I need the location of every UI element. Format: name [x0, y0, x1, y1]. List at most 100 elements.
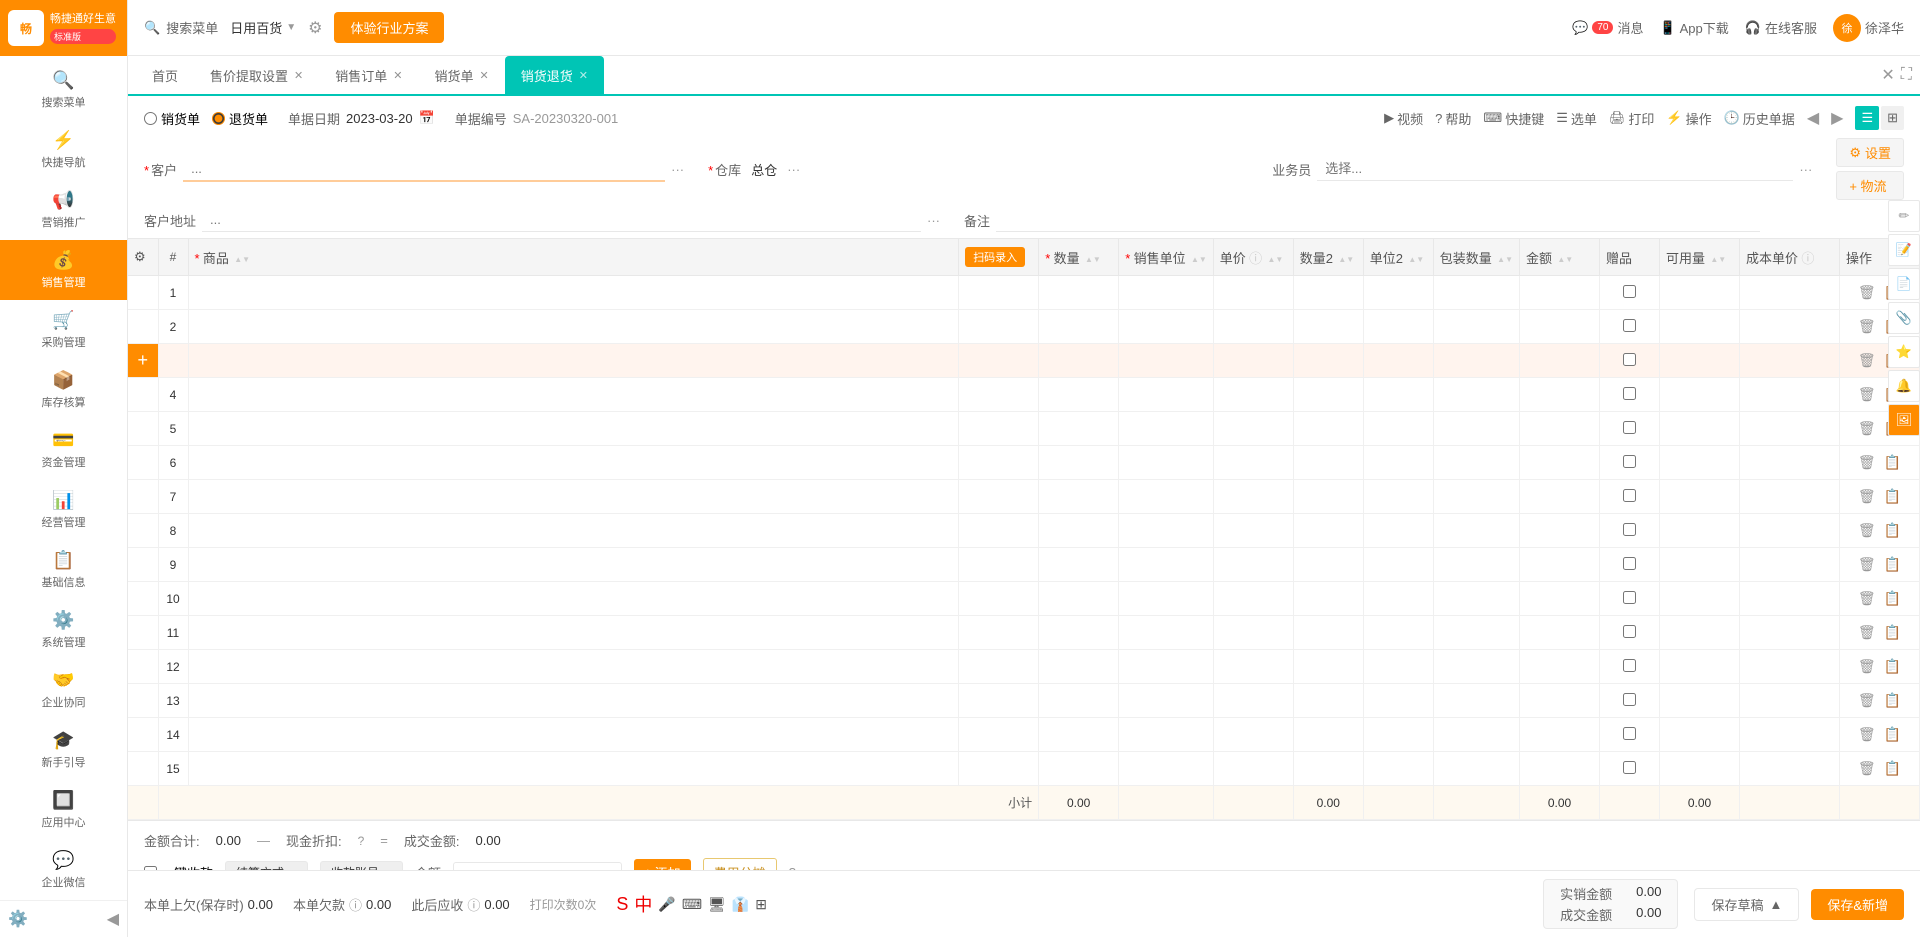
td-price[interactable]	[1213, 310, 1293, 344]
td-price[interactable]	[1213, 684, 1293, 718]
sidebar-item-purchase[interactable]: 🛒 采购管理	[0, 300, 127, 360]
customer-more-icon[interactable]: ···	[671, 162, 684, 177]
qty2-sorter[interactable]: ▲▼	[1338, 255, 1354, 264]
td-amount[interactable]	[1520, 548, 1600, 582]
gift-checkbox[interactable]	[1623, 455, 1636, 468]
right-sidebar-note[interactable]: 📝	[1888, 234, 1920, 266]
td-unit2[interactable]	[1363, 616, 1433, 650]
td-pkg[interactable]	[1433, 276, 1519, 310]
sidebar-item-system[interactable]: ⚙️ 系统管理	[0, 600, 127, 660]
td-add[interactable]: +	[128, 344, 158, 378]
fee-split-button[interactable]: 费用分摊	[703, 858, 777, 870]
logistics-button[interactable]: + 物流	[1836, 171, 1904, 200]
td-product[interactable]	[188, 582, 959, 616]
td-price[interactable]	[1213, 276, 1293, 310]
td-unit2[interactable]	[1363, 344, 1433, 378]
print-button[interactable]: 🖨 打印	[1609, 109, 1655, 128]
td-product[interactable]	[188, 650, 959, 684]
tool-icon-1[interactable]: S	[616, 894, 628, 915]
td-price[interactable]	[1213, 514, 1293, 548]
td-qty[interactable]	[1039, 650, 1119, 684]
tool-icon-2[interactable]: 中	[634, 891, 652, 917]
gift-checkbox[interactable]	[1623, 421, 1636, 434]
remark-input[interactable]	[996, 208, 1760, 232]
td-qty[interactable]	[1039, 446, 1119, 480]
settings-icon[interactable]: ⚙️	[8, 909, 28, 929]
td-pkg[interactable]	[1433, 582, 1519, 616]
user-profile-item[interactable]: 徐 徐泽华	[1833, 14, 1904, 42]
right-sidebar-image[interactable]: 🖼	[1888, 404, 1920, 436]
td-amount[interactable]	[1520, 480, 1600, 514]
td-price[interactable]	[1213, 752, 1293, 786]
sidebar-item-guide[interactable]: 🎓 新手引导	[0, 720, 127, 780]
td-unit2[interactable]	[1363, 684, 1433, 718]
sidebar-item-quick-nav[interactable]: ⚡ 快捷导航	[0, 120, 127, 180]
copy-row-button[interactable]: 📋	[1882, 690, 1903, 711]
td-pkg[interactable]	[1433, 310, 1519, 344]
delete-row-button[interactable]: 🗑	[1856, 622, 1878, 643]
search-menu[interactable]: 🔍 搜索菜单	[144, 18, 218, 37]
warehouse-more-icon[interactable]: ···	[787, 162, 800, 177]
gift-checkbox[interactable]	[1623, 625, 1636, 638]
tab-sell-out[interactable]: 销货单 ✕	[418, 56, 504, 96]
tab-sell-return[interactable]: 销货退货 ✕	[505, 56, 604, 96]
tab-maximize-button[interactable]: ✕	[1881, 65, 1894, 85]
radio-return-input[interactable]	[212, 112, 225, 125]
video-button[interactable]: ▶ 视频	[1384, 109, 1423, 128]
td-unit2[interactable]	[1363, 650, 1433, 684]
td-qty2[interactable]	[1293, 344, 1363, 378]
copy-row-button[interactable]: 📋	[1882, 520, 1903, 541]
tab-close-icon[interactable]: ✕	[294, 69, 303, 82]
td-unit[interactable]	[1119, 752, 1214, 786]
td-pkg[interactable]	[1433, 514, 1519, 548]
gift-checkbox[interactable]	[1623, 693, 1636, 706]
settle-method-select[interactable]: 结算方式	[225, 861, 308, 871]
td-unit2[interactable]	[1363, 480, 1433, 514]
copy-row-button[interactable]: 📋	[1882, 656, 1903, 677]
td-pkg[interactable]	[1433, 548, 1519, 582]
delete-row-button[interactable]: 🗑	[1856, 520, 1878, 541]
sidebar-item-sales[interactable]: 💰 销售管理	[0, 240, 127, 300]
gift-checkbox[interactable]	[1623, 761, 1636, 774]
pkg-sorter[interactable]: ▲▼	[1497, 255, 1513, 264]
copy-row-button[interactable]: 📋	[1882, 588, 1903, 609]
td-amount[interactable]	[1520, 684, 1600, 718]
td-qty[interactable]	[1039, 548, 1119, 582]
td-pkg[interactable]	[1433, 650, 1519, 684]
td-unit[interactable]	[1119, 616, 1214, 650]
delete-row-button[interactable]: 🗑	[1856, 758, 1878, 779]
td-price[interactable]	[1213, 446, 1293, 480]
td-product[interactable]	[188, 480, 959, 514]
delete-row-button[interactable]: 🗑	[1856, 588, 1878, 609]
tab-close-icon[interactable]: ✕	[480, 69, 489, 82]
staff-more-icon[interactable]: ···	[1799, 162, 1812, 177]
list-view-button[interactable]: ☰	[1855, 106, 1879, 130]
copy-row-button[interactable]: 📋	[1882, 486, 1903, 507]
td-amount[interactable]	[1520, 752, 1600, 786]
product-input-active[interactable]	[195, 353, 953, 368]
daily-category[interactable]: 日用百货 ▼	[230, 18, 296, 37]
help-button[interactable]: ? 帮助	[1435, 109, 1471, 128]
td-pkg[interactable]	[1433, 344, 1519, 378]
td-unit[interactable]	[1119, 310, 1214, 344]
td-qty[interactable]	[1039, 412, 1119, 446]
td-qty2[interactable]	[1293, 276, 1363, 310]
td-amount[interactable]	[1520, 310, 1600, 344]
qty-sorter[interactable]: ▲▼	[1085, 255, 1101, 264]
sidebar-item-search[interactable]: 🔍 搜索菜单	[0, 60, 127, 120]
td-unit2[interactable]	[1363, 718, 1433, 752]
account-select[interactable]: 收款账号 账号	[320, 861, 403, 871]
topbar-settings-icon[interactable]: ⚙	[308, 18, 322, 38]
gift-checkbox[interactable]	[1623, 489, 1636, 502]
copy-row-button[interactable]: 📋	[1882, 554, 1903, 575]
right-sidebar-star[interactable]: ⭐	[1888, 336, 1920, 368]
td-price[interactable]	[1213, 582, 1293, 616]
td-unit2[interactable]	[1363, 548, 1433, 582]
td-pkg[interactable]	[1433, 718, 1519, 752]
shortcut-button[interactable]: ⌨ 快捷键	[1483, 109, 1544, 128]
td-qty2[interactable]	[1293, 310, 1363, 344]
td-qty2[interactable]	[1293, 378, 1363, 412]
right-sidebar-attach[interactable]: 📎	[1888, 302, 1920, 334]
td-qty2[interactable]	[1293, 616, 1363, 650]
gift-checkbox[interactable]	[1623, 591, 1636, 604]
